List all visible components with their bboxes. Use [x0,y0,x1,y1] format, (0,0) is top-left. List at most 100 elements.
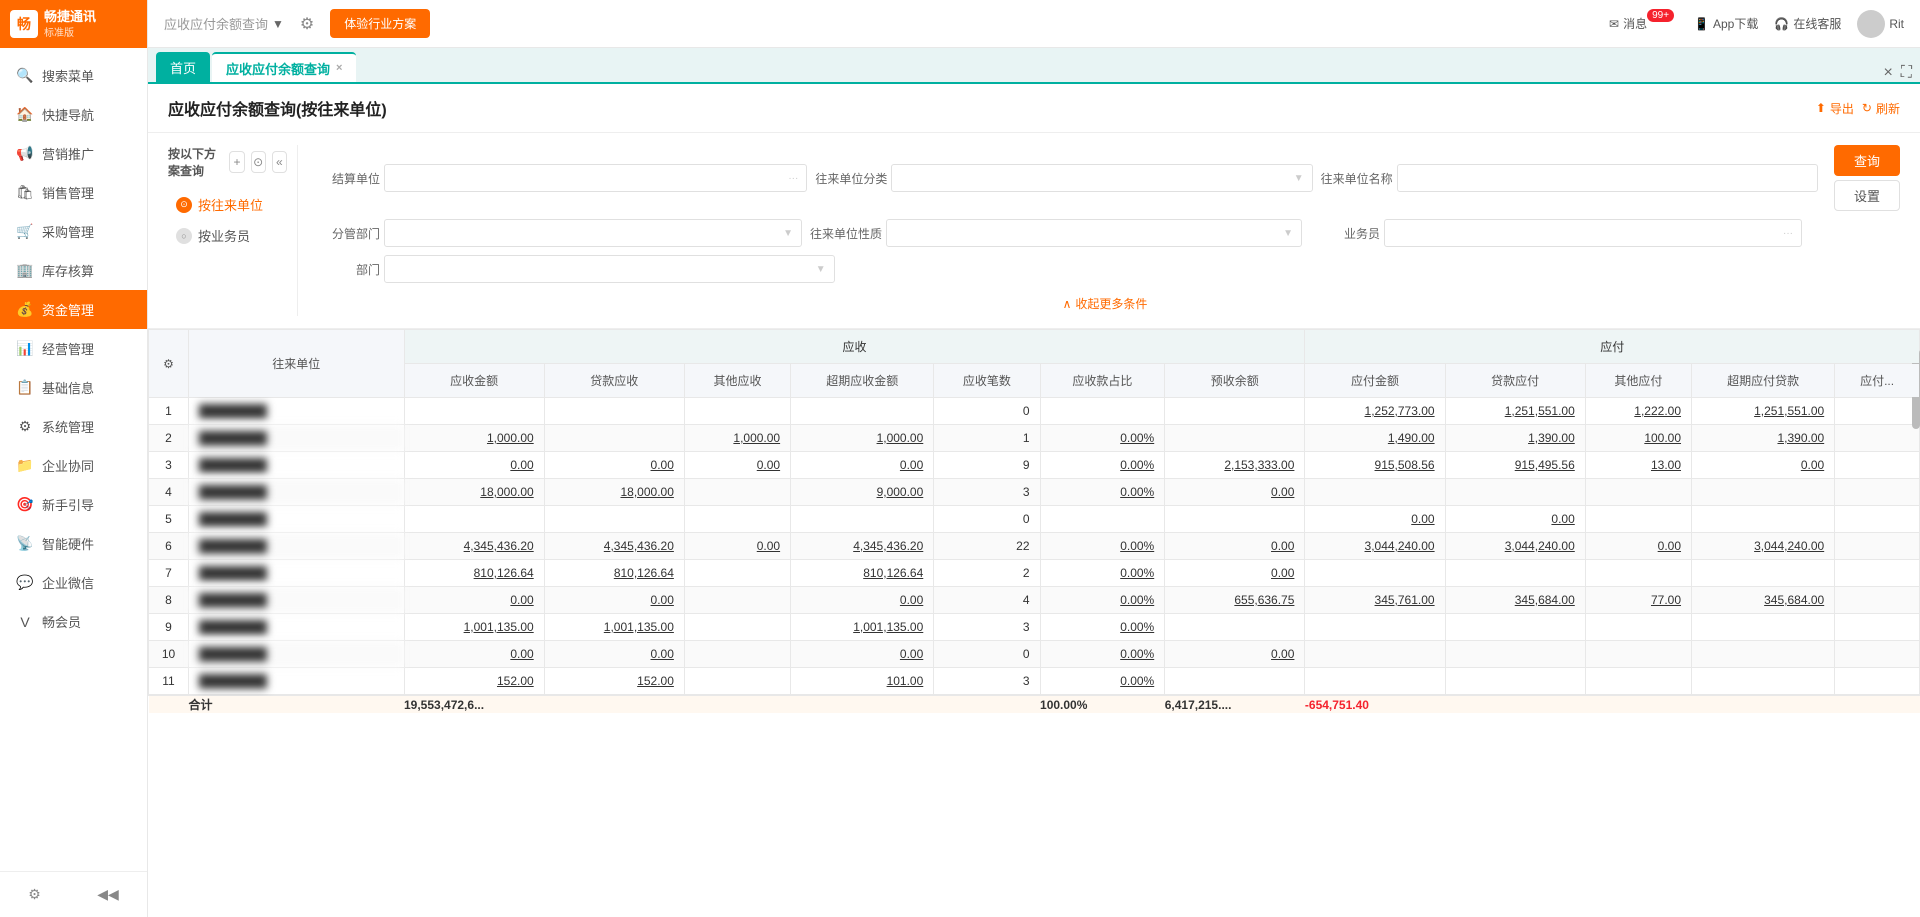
sidebar-item-member[interactable]: V 畅会员 [0,602,147,641]
unit-name-cell[interactable]: ████████ [189,560,405,587]
sidebar-label-member: 畅会员 [42,612,81,631]
footer-ap-amount: -654,751.40 [1305,695,1445,713]
sidebar-item-sales[interactable]: 🛍 销售管理 [0,173,147,212]
unit-category-label: 往来单位分类 [815,170,887,187]
unit-name-cell[interactable]: ████████ [189,641,405,668]
topbar: 应收应付余额查询 ▼ ⚙ 体验行业方案 ✉ 消息 99+ 📱 App下载 🎧 在… [148,0,1920,48]
sidebar-item-purchase[interactable]: 🛒 采购管理 [0,212,147,251]
app-download-icon: 📱 [1694,17,1709,31]
sidebar-label-operations: 经营管理 [42,339,94,358]
dept2-select[interactable]: ▼ [384,255,835,283]
table-row: 2████████1,000.001,000.001,000.0010.00%1… [149,425,1920,452]
sidebar-item-operations[interactable]: 📊 经营管理 [0,329,147,368]
user-avatar[interactable]: Rit [1857,10,1904,38]
basic-icon: 📋 [16,379,34,397]
footer-ar-amount: 19,553,472,6... [404,695,544,713]
refresh-icon: ↻ [1862,101,1872,115]
tab-home-label: 首页 [170,58,196,77]
expand-window-icon[interactable]: ⛶ [1901,64,1912,82]
app-download-label: App下载 [1713,15,1758,32]
search-area: 按以下方案查询 + ⊙ « ⊙ 按往来单位 ○ 按业务员 [148,133,1920,329]
solution-button[interactable]: 体验行业方案 [330,9,430,38]
salesman-input[interactable]: ··· [1384,219,1802,247]
unit-name-cell[interactable]: ████████ [189,668,405,696]
col-group-ap: 应付 [1305,330,1920,364]
query-button[interactable]: 查询 [1834,145,1900,176]
table-footer-row: 合计 19,553,472,6... 100.00% 6,417,215....… [149,695,1920,713]
query-by-unit-item[interactable]: ⊙ 按往来单位 [168,189,287,220]
sidebar-item-finance[interactable]: 💰 资金管理 [0,290,147,329]
unit-name-cell[interactable]: ████████ [189,425,405,452]
sidebar-item-search[interactable]: 🔍 搜索菜单 [0,56,147,95]
table-container[interactable]: ⚙ 往来单位 应收 应付 应收金额 贷款应收 其他应收 超期应收金额 应收笔数 … [148,329,1920,917]
unit-category-select[interactable]: ▼ [891,164,1312,192]
settings-bottom-button[interactable]: ⚙ [22,880,47,909]
logo-title: 畅捷通讯 [44,9,96,25]
refresh-button[interactable]: ↻ 刷新 [1862,100,1900,117]
unit-name-cell[interactable]: ████████ [189,506,405,533]
sidebar-item-hardware[interactable]: 📡 智能硬件 [0,524,147,563]
sidebar-item-guide[interactable]: 🎯 新手引导 [0,485,147,524]
sidebar-label-marketing: 营销推广 [42,144,94,163]
page-title: 应收应付余额查询(按往来单位) [168,96,387,120]
collapse-sidebar-button[interactable]: ◀◀ [91,880,125,909]
app-download-button[interactable]: 📱 App下载 [1694,15,1758,32]
col-unit: 往来单位 [189,330,405,398]
footer-label: 合计 [189,695,405,713]
topbar-breadcrumb-dropdown[interactable]: 应收应付余额查询 ▼ [164,14,284,33]
sidebar-item-cooperation[interactable]: 📁 企业协同 [0,446,147,485]
messages-label: 消息 [1623,15,1647,32]
query-settings-icon[interactable]: ⊙ [251,151,266,173]
tab-home[interactable]: 首页 [156,52,210,82]
unit-name-cell[interactable]: ████████ [189,479,405,506]
close-window-icon[interactable]: × [1883,64,1892,82]
col-group-ar: 应收 [404,330,1305,364]
query-panel-label: 按以下方案查询 [168,145,223,179]
sidebar-item-basic[interactable]: 📋 基础信息 [0,368,147,407]
col-gear[interactable]: ⚙ [149,330,189,398]
sidebar-item-marketing[interactable]: 📢 营销推广 [0,134,147,173]
dept-chevron-icon: ▼ [783,228,793,239]
system-icon: ⚙ [16,418,34,436]
sidebar-item-system[interactable]: ⚙ 系统管理 [0,407,147,446]
unit-nature-select[interactable]: ▼ [886,219,1302,247]
col-ap-other: 其他应付 [1585,364,1691,398]
hardware-icon: 📡 [16,535,34,553]
inventory-icon: 🏢 [16,262,34,280]
unit-nature-label: 往来单位性质 [810,225,882,242]
unit-name-cell[interactable]: ████████ [189,587,405,614]
unit-name-cell[interactable]: ████████ [189,614,405,641]
query-by-salesman-item[interactable]: ○ 按业务员 [168,220,287,251]
sidebar-item-wechat[interactable]: 💬 企业微信 [0,563,147,602]
export-button[interactable]: ⬆ 导出 [1816,100,1854,117]
sales-icon: 🛍 [16,184,34,202]
sidebar-item-quick[interactable]: 🏠 快捷导航 [0,95,147,134]
sidebar-nav: 🔍 搜索菜单 🏠 快捷导航 📢 营销推广 🛍 销售管理 🛒 采购管理 🏢 库存核… [0,48,147,871]
table-row: 11████████152.00152.00101.0030.00% [149,668,1920,696]
dept2-chevron-icon: ▼ [816,264,826,275]
table-row: 6████████4,345,436.204,345,436.200.004,3… [149,533,1920,560]
messages-button[interactable]: ✉ 消息 99+ [1609,15,1678,32]
table-row: 7████████810,126.64810,126.64810,126.642… [149,560,1920,587]
messages-badge: 99+ [1647,9,1674,22]
collapse-more-button[interactable]: ∧ 收起更多条件 [310,291,1900,316]
unit-name-cell[interactable]: ████████ [189,533,405,560]
data-table: ⚙ 往来单位 应收 应付 应收金额 贷款应收 其他应收 超期应收金额 应收笔数 … [148,329,1920,713]
query-collapse-icon[interactable]: « [272,151,287,173]
tab-ar-query[interactable]: 应收应付余额查询 × [212,52,356,82]
add-query-button[interactable]: + [229,151,244,173]
settlement-unit-input[interactable]: ··· [384,164,807,192]
sidebar-item-inventory[interactable]: 🏢 库存核算 [0,251,147,290]
finance-icon: 💰 [16,301,34,319]
online-service-button[interactable]: 🎧 在线客服 [1774,15,1841,32]
unit-name-cell[interactable]: ████████ [189,452,405,479]
settings-button[interactable]: 设置 [1834,180,1900,211]
tab-close-icon[interactable]: × [336,62,342,74]
unit-name-input[interactable] [1397,164,1818,192]
chevron-down-icon: ▼ [1294,173,1304,184]
topbar-gear-icon[interactable]: ⚙ [296,10,318,38]
dept-select[interactable]: ▼ [384,219,802,247]
unit-name-cell[interactable]: ████████ [189,398,405,425]
col-ap-overdue: 超期应付贷款 [1692,364,1835,398]
query-salesman-label: 按业务员 [198,226,250,245]
